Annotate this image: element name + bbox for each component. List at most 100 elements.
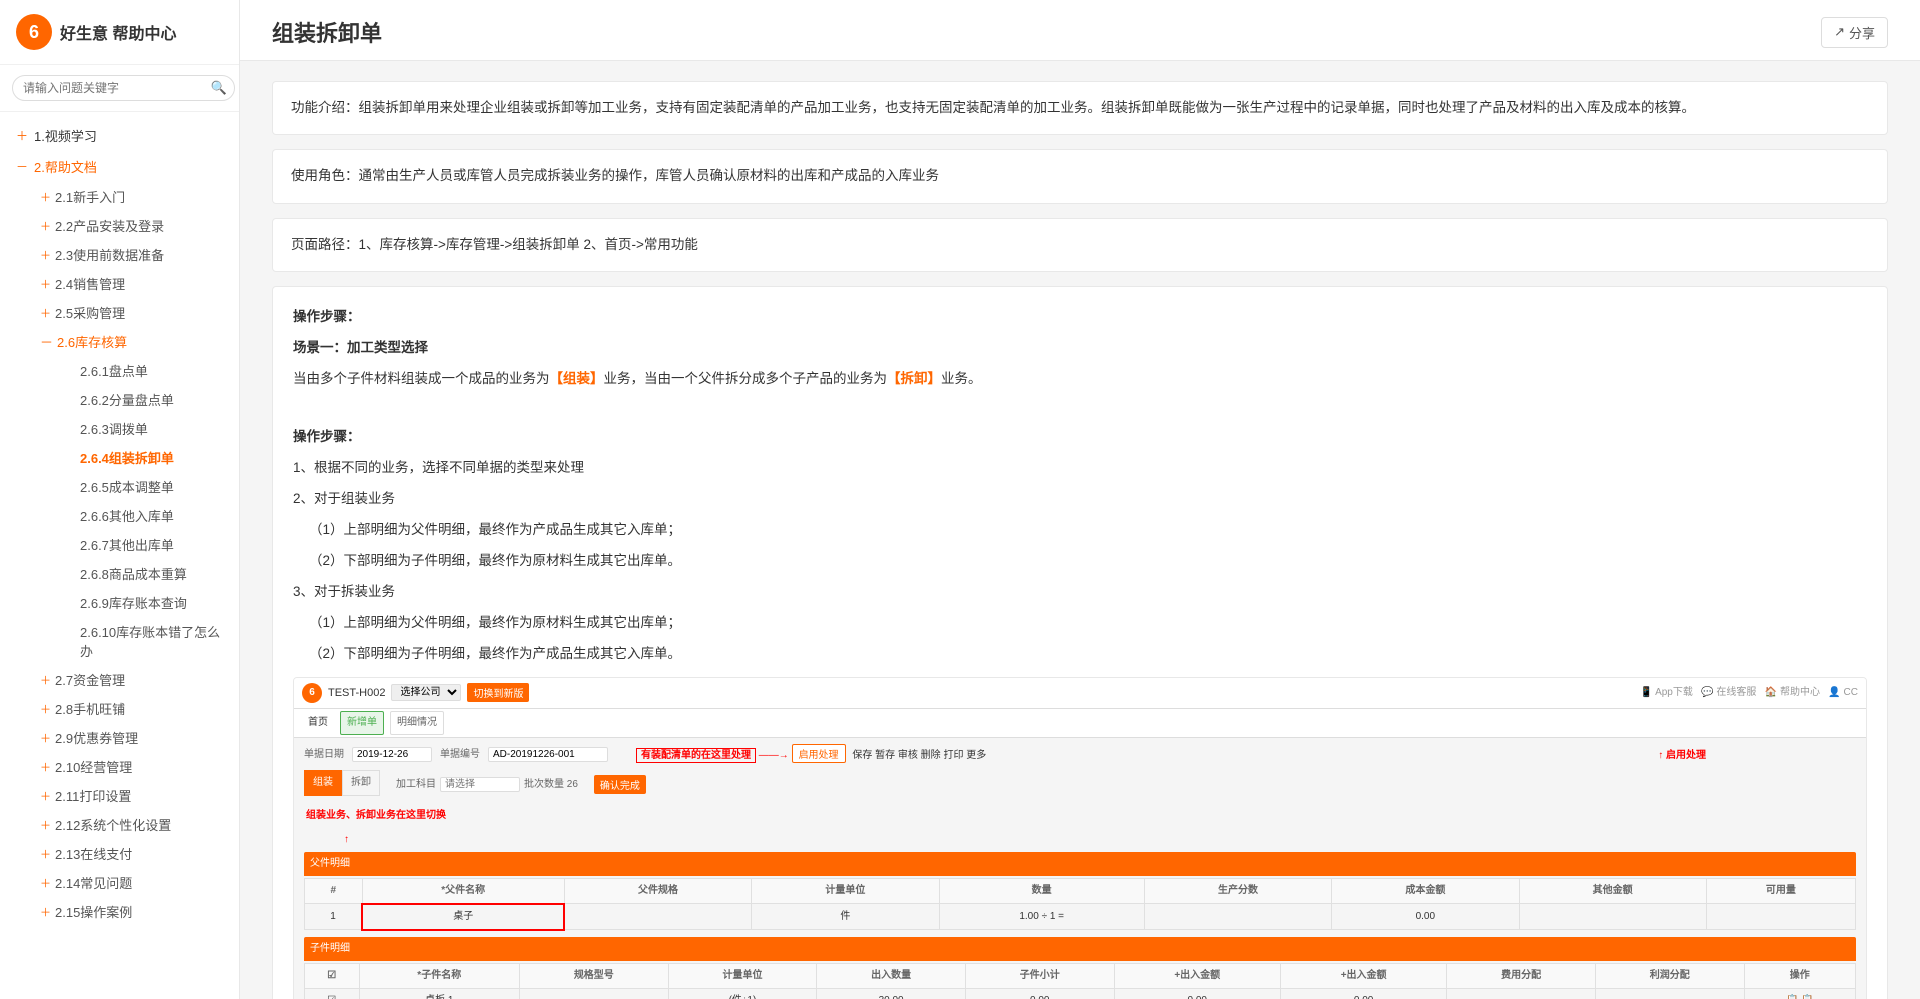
fake-app-bar: 6 TEST-H002 选择公司 切换到新版 📱 App下载 💬 在线客服 🏠 … [294,678,1866,709]
step2-2: （2）下部明细为子件明细，最终作为原材料生成其它出库单。 [293,547,1867,574]
sidebar-item-mobile[interactable]: ＋ 2.8手机旺铺 [24,694,239,723]
cell-cost: 0.00 [1332,904,1519,930]
fake-new-order-btn[interactable]: 切换到新版 [467,683,529,702]
sidebar-item-transfer[interactable]: 2.6.3调拨单 [64,414,239,443]
nav-sub-label: 2.3使用前数据准备 [55,245,164,264]
plus-icon: ＋ [40,875,51,891]
sidebar-item-helpdocs[interactable]: － 2.帮助文档 [0,151,239,182]
fake-active-tab[interactable]: 新增单 [340,711,384,735]
plus-icon: ＋ [16,127,28,144]
sidebar-nav: ＋ 1.视频学习 － 2.帮助文档 ＋ 2.1新手入门 ＋ 2.2产品安装及登录… [0,112,239,999]
col-other-amount: 其他金额 [1519,878,1706,904]
fake-confirm-btn[interactable]: 确认完成 [594,775,646,794]
col-in-amount: +出入金额 [1114,963,1280,988]
sidebar-sub-inventory: 2.6.1盘点单 2.6.2分量盘点单 2.6.3调拨单 2.6.4组装拆卸单 … [24,356,239,665]
sidebar-item-data-prep[interactable]: ＋ 2.3使用前数据准备 [24,240,239,269]
sidebar-item-coupon[interactable]: ＋ 2.9优惠券管理 [24,723,239,752]
sidebar-logo: 6 好生意 帮助中心 [0,0,239,65]
plus-icon: ＋ [40,218,51,234]
fake-tab-disassembly[interactable]: 拆卸 [342,770,380,796]
sidebar-item-purchase[interactable]: ＋ 2.5采购管理 [24,298,239,327]
sidebar-item-cases[interactable]: ＋ 2.15操作案例 [24,897,239,926]
fake-process-btn[interactable]: 启用处理 [792,744,846,763]
fake-company-select[interactable]: 选择公司 [391,684,461,701]
fake-brand-icon: 6 [302,683,322,703]
page-title: 组装拆卸单 [272,16,382,48]
table-row: ☑ 桌板 1 (件÷1) 30.00 0.00 0.00 0.00 [305,988,1856,999]
path-block: 页面路径：1、库存核算->库存管理->组装拆卸单 2、首页->常用功能 [272,218,1888,272]
path-text: 页面路径：1、库存核算->库存管理->组装拆卸单 2、首页->常用功能 [291,237,698,252]
fake-num-label: 单据编号 [440,745,480,765]
fake-form-area: 单据日期 单据编号 有装配清单的在这里处理 ——→ 启用处理 保存 暂存 审核 … [294,738,1866,999]
cell-child-profit [1595,988,1744,999]
fake-child-section-wrapper: 子件明细 ☑ *子件名称 规格型号 计量单位 出入数量 子 [304,937,1856,999]
fake-date-input[interactable] [352,747,432,762]
step1: 1、根据不同的业务，选择不同单据的类型来处理 [293,454,1867,481]
fake-detail-tab[interactable]: 明细情况 [390,711,444,735]
cell-index: 1 [305,904,363,930]
sidebar-search-container: 🔍 [0,65,239,112]
step3-2: （2）下部明细为子件明细，最终作为产成品生成其它入库单。 [293,640,1867,667]
minus-icon: － [40,332,53,351]
nav-sub-label: 2.9优惠券管理 [55,728,138,747]
sidebar-item-ledger-fix[interactable]: 2.6.10库存账本错了怎么办 [64,617,239,665]
plus-icon: ＋ [40,701,51,717]
sidebar-item-cost-recalc[interactable]: 2.6.8商品成本重算 [64,559,239,588]
search-input[interactable] [12,75,235,101]
sidebar-item-install[interactable]: ＋ 2.2产品安装及登录 [24,211,239,240]
role-block: 使用角色：通常由生产人员或库管人员完成拆装业务的操作，库管人员确认原材料的出库和… [272,149,1888,203]
logo-text: 好生意 帮助中心 [60,20,176,44]
col-out-amount: +出入金额 [1280,963,1446,988]
fake-tab-assembly[interactable]: 组装 [304,770,342,796]
sidebar-item-newbie[interactable]: ＋ 2.1新手入门 [24,182,239,211]
sidebar-item-finance[interactable]: ＋ 2.7资金管理 [24,665,239,694]
step3: 3、对于拆装业务 [293,578,1867,605]
sidebar-item-sales[interactable]: ＋ 2.4销售管理 [24,269,239,298]
cell-check: ☑ [305,988,360,999]
share-button[interactable]: ↗ 分享 [1821,17,1888,48]
nav-sub-label: 2.12系统个性化设置 [55,815,171,834]
fake-date-label: 单据日期 [304,745,344,765]
fake-child-table: ☑ *子件名称 规格型号 计量单位 出入数量 子件小计 +出入金额 +出入金额 [304,963,1856,999]
sidebar-item-partial-stocktake[interactable]: 2.6.2分量盘点单 [64,385,239,414]
step-intro: 操作步骤： [293,423,1867,450]
col-check: ☑ [305,963,360,988]
sidebar-item-label: 2.帮助文档 [34,157,97,176]
minus-icon: － [16,158,28,175]
sidebar-item-other-out[interactable]: 2.6.7其他出库单 [64,530,239,559]
col-bom: 计量单位 [668,963,817,988]
sidebar-item-inventory[interactable]: － 2.6库存核算 [24,327,239,356]
col-profit-alloc: 利润分配 [1595,963,1744,988]
plus-icon: ＋ [40,759,51,775]
role-text: 使用角色：通常由生产人员或库管人员完成拆装业务的操作，库管人员确认原材料的出库和… [291,168,939,183]
nav-sub-label: 2.6库存核算 [57,332,127,351]
sidebar-item-stocktake[interactable]: 2.6.1盘点单 [64,356,239,385]
nav-sub-label: 2.15操作案例 [55,902,132,921]
cell-prod [1144,904,1331,930]
sidebar-item-other-in[interactable]: 2.6.6其他入库单 [64,501,239,530]
plus-icon: ＋ [40,846,51,862]
fake-num-input[interactable] [488,747,608,762]
sidebar-item-print[interactable]: ＋ 2.11打印设置 [24,781,239,810]
col-parent-name: *父件名称 [362,878,564,904]
annotation-1: 有装配清单的在这里处理 [636,748,756,763]
scene-title: 场景一：加工类型选择 [293,340,428,355]
nav-sub-label: 2.7资金管理 [55,670,125,689]
search-icon[interactable]: 🔍 [211,80,227,96]
fake-home-link[interactable]: 首页 [302,712,334,734]
logo-icon: 6 [16,14,52,50]
fake-extra-fields: 加工科目 批次数量 26 [396,775,578,795]
nav-sub-label: 2.1新手入门 [55,187,125,206]
share-icon: ↗ [1834,24,1845,40]
sidebar-item-assembly[interactable]: 2.6.4组装拆卸单 [64,443,239,472]
sidebar-item-videos[interactable]: ＋ 1.视频学习 [0,120,239,151]
sidebar-item-payment[interactable]: ＋ 2.13在线支付 [24,839,239,868]
table-row: 1 桌子 件 1.00 ÷ 1 = 0.00 [305,904,1856,930]
sidebar-item-personalize[interactable]: ＋ 2.12系统个性化设置 [24,810,239,839]
sidebar-item-ops[interactable]: ＋ 2.10经营管理 [24,752,239,781]
cell-child-qty: 30.00 [817,988,966,999]
fake-subject-input[interactable] [440,777,520,792]
sidebar-item-inventory-ledger[interactable]: 2.6.9库存账本查询 [64,588,239,617]
sidebar-item-faq[interactable]: ＋ 2.14常见问题 [24,868,239,897]
sidebar-item-cost-adjust[interactable]: 2.6.5成本调整单 [64,472,239,501]
